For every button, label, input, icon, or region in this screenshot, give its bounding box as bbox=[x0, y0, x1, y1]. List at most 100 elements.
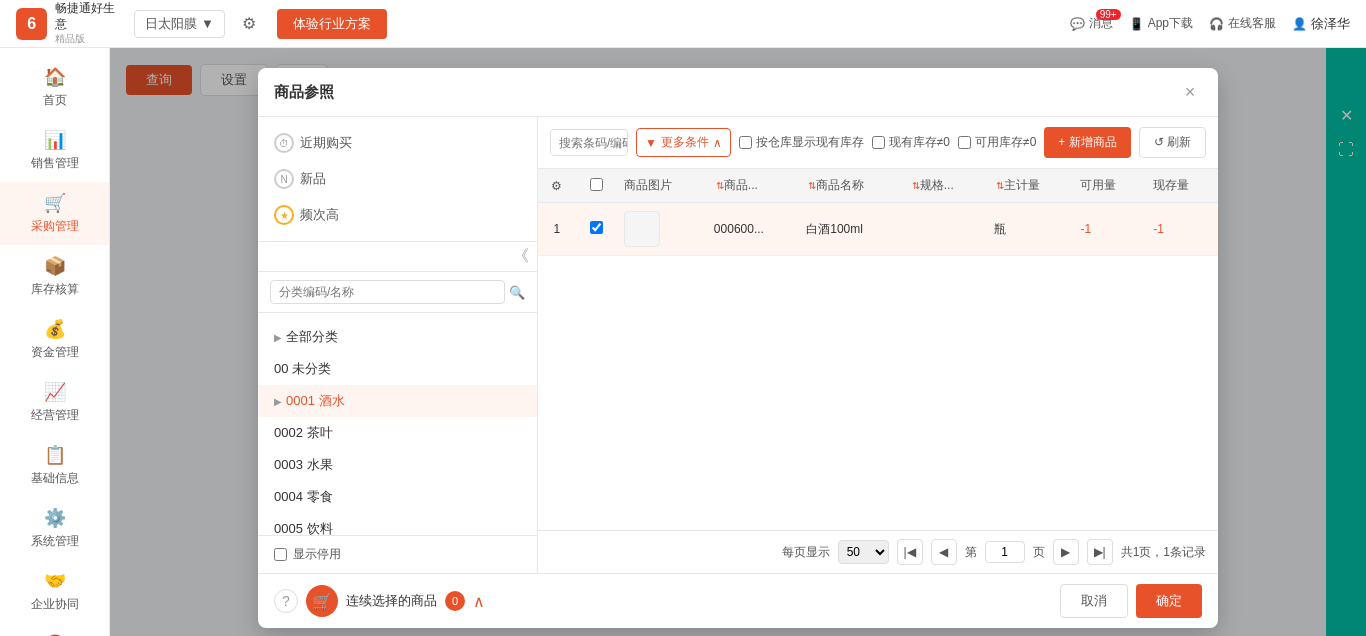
sidebar-item-purchase[interactable]: 🛒 采购管理 bbox=[0, 182, 109, 245]
sidebar-item-label: 企业协同 bbox=[31, 596, 79, 613]
col-unit[interactable]: ⇅主计量 bbox=[986, 169, 1073, 203]
toolbar-right: + 新增商品 ↺ 刷新 bbox=[1044, 127, 1206, 158]
product-search-input[interactable] bbox=[551, 131, 628, 155]
sidebar-item-sales[interactable]: 📊 销售管理 bbox=[0, 119, 109, 182]
mobile-icon: 📱 bbox=[1129, 17, 1144, 31]
cat-0004[interactable]: 0004 零食 bbox=[258, 481, 537, 513]
modal-header: 商品参照 × bbox=[258, 68, 1218, 117]
cat-00[interactable]: 00 未分类 bbox=[258, 353, 537, 385]
sidebar-item-operations[interactable]: 📈 经营管理 bbox=[0, 371, 109, 434]
stock-nonzero-checkbox[interactable] bbox=[872, 136, 885, 149]
show-disabled-checkbox[interactable] bbox=[274, 548, 287, 561]
sidebar-item-finance[interactable]: 💰 资金管理 bbox=[0, 308, 109, 371]
last-page-button[interactable]: ▶| bbox=[1087, 539, 1113, 565]
user-nav-item[interactable]: 👤 徐泽华 bbox=[1292, 15, 1350, 33]
product-search-bar: 🔍 bbox=[550, 129, 628, 156]
new-product-label: 新品 bbox=[300, 170, 326, 188]
sidebar-item-label: 经营管理 bbox=[31, 407, 79, 424]
col-stock: 现存量 bbox=[1145, 169, 1218, 203]
logo-text: 畅捷通好生意 bbox=[55, 1, 126, 32]
system-icon: ⚙️ bbox=[44, 507, 66, 529]
checkbox-stock-nonzero[interactable]: 现有库存≠0 bbox=[872, 134, 950, 151]
first-page-button[interactable]: |◀ bbox=[897, 539, 923, 565]
category-search-icon[interactable]: 🔍 bbox=[509, 285, 525, 300]
modal-body: ⏱ 近期购买 N 新品 ★ 频次高 《 bbox=[258, 117, 1218, 573]
sidebar-item-inventory[interactable]: 📦 库存核算 bbox=[0, 245, 109, 308]
page-size-select[interactable]: 50 100 200 bbox=[838, 540, 889, 564]
page-number-input[interactable] bbox=[985, 541, 1025, 563]
confirm-button[interactable]: 确定 bbox=[1136, 584, 1202, 618]
recent-purchase-item[interactable]: ⏱ 近期购买 bbox=[258, 125, 537, 161]
available-nonzero-label: 可用库存≠0 bbox=[975, 134, 1036, 151]
sidebar-item-collab[interactable]: 🤝 企业协同 bbox=[0, 560, 109, 623]
sidebar-item-label: 资金管理 bbox=[31, 344, 79, 361]
col-image: 商品图片 bbox=[616, 169, 706, 203]
row-stock: -1 bbox=[1145, 203, 1218, 256]
modal-toolbar: 🔍 ▼ 更多条件 ∧ 按仓库显示现有库存 bbox=[538, 117, 1218, 169]
col-spec[interactable]: ⇅规格... bbox=[902, 169, 986, 203]
sidebar-item-home[interactable]: 🏠 首页 bbox=[0, 56, 109, 119]
cat-0003[interactable]: 0003 水果 bbox=[258, 449, 537, 481]
new-product-item[interactable]: N 新品 bbox=[258, 161, 537, 197]
checkbox-available-nonzero[interactable]: 可用库存≠0 bbox=[958, 134, 1036, 151]
next-page-button[interactable]: ▶ bbox=[1053, 539, 1079, 565]
filter-button[interactable]: ▼ 更多条件 ∧ bbox=[636, 128, 731, 157]
cart-icon[interactable]: 🛒 bbox=[306, 585, 338, 617]
modal-overlay: 商品参照 × ⏱ 近期购买 N 新品 bbox=[110, 48, 1366, 636]
collapse-button[interactable]: 《 bbox=[258, 242, 537, 272]
row-image bbox=[616, 203, 706, 256]
category-search-input[interactable] bbox=[270, 280, 505, 304]
row-checkbox[interactable] bbox=[576, 203, 617, 256]
online-service-nav-item[interactable]: 🎧 在线客服 bbox=[1209, 15, 1276, 32]
cat-0002[interactable]: 0002 茶叶 bbox=[258, 417, 537, 449]
col-unit-sort-icon: ⇅ bbox=[996, 180, 1004, 191]
cat-arrow-icon: ▶ bbox=[274, 396, 282, 407]
checkbox-by-warehouse[interactable]: 按仓库显示现有库存 bbox=[739, 134, 864, 151]
cancel-button[interactable]: 取消 bbox=[1060, 584, 1128, 618]
sidebar-item-label: 销售管理 bbox=[31, 155, 79, 172]
sidebar: 🏠 首页 📊 销售管理 🛒 采购管理 📦 库存核算 💰 资金管理 📈 经营管理 … bbox=[0, 48, 110, 636]
col-name[interactable]: ⇅商品名称 bbox=[798, 169, 902, 203]
sidebar-item-label: 库存核算 bbox=[31, 281, 79, 298]
product-thumbnail bbox=[624, 211, 660, 247]
table-row[interactable]: 1 000600... 白酒100ml 瓶 bbox=[538, 203, 1218, 256]
nav-selector[interactable]: 日太阳膜 ▼ bbox=[134, 10, 225, 38]
collab-icon: 🤝 bbox=[44, 570, 66, 592]
refresh-table-button[interactable]: ↺ 刷新 bbox=[1139, 127, 1206, 158]
app-download-nav-item[interactable]: 📱 App下载 bbox=[1129, 15, 1193, 32]
frequent-item[interactable]: ★ 频次高 bbox=[258, 197, 537, 233]
top-nav: 6 畅捷通好生意 精品版 日太阳膜 ▼ ⚙ 体验行业方案 💬 消息 99+ 📱 … bbox=[0, 0, 1366, 48]
basic-info-icon: 📋 bbox=[44, 444, 66, 466]
modal-close-button[interactable]: × bbox=[1178, 80, 1202, 104]
trial-button[interactable]: 体验行业方案 bbox=[277, 9, 387, 39]
stock-nonzero-label: 现有库存≠0 bbox=[889, 134, 950, 151]
gear-icon[interactable]: ⚙ bbox=[233, 8, 265, 40]
cat-0005[interactable]: 0005 饮料 bbox=[258, 513, 537, 535]
sidebar-item-guide[interactable]: 🎯 新手引导 bbox=[0, 623, 109, 636]
col-available: 可用量 bbox=[1072, 169, 1145, 203]
col-checkbox-all[interactable] bbox=[576, 169, 617, 203]
cat-all[interactable]: ▶ 全部分类 bbox=[258, 321, 537, 353]
footer-collapse-icon[interactable]: ∧ bbox=[473, 592, 485, 611]
cat-label: 0005 饮料 bbox=[274, 520, 333, 535]
home-icon: 🏠 bbox=[44, 66, 66, 88]
prev-page-button[interactable]: ◀ bbox=[931, 539, 957, 565]
cat-arrow-icon: ▶ bbox=[274, 332, 282, 343]
sidebar-item-system[interactable]: ⚙️ 系统管理 bbox=[0, 497, 109, 560]
cat-0001[interactable]: ▶ 0001 酒水 bbox=[258, 385, 537, 417]
nav-right: 💬 消息 99+ 📱 App下载 🎧 在线客服 👤 徐泽华 bbox=[1070, 15, 1350, 33]
messages-nav-item[interactable]: 💬 消息 99+ bbox=[1070, 15, 1113, 32]
col-code[interactable]: ⇅商品... bbox=[706, 169, 798, 203]
col-settings[interactable]: ⚙ bbox=[538, 169, 576, 203]
product-reference-modal: 商品参照 × ⏱ 近期购买 N 新品 bbox=[258, 68, 1218, 628]
add-product-button[interactable]: + 新增商品 bbox=[1044, 127, 1130, 158]
help-icon[interactable]: ? bbox=[274, 589, 298, 613]
product-table: ⚙ 商品图片 ⇅商品... ⇅商品名称 bbox=[538, 169, 1218, 530]
cat-label: 0003 水果 bbox=[274, 456, 333, 474]
page-size-label: 每页显示 bbox=[782, 544, 830, 561]
sidebar-item-basic-info[interactable]: 📋 基础信息 bbox=[0, 434, 109, 497]
by-warehouse-checkbox[interactable] bbox=[739, 136, 752, 149]
available-nonzero-checkbox[interactable] bbox=[958, 136, 971, 149]
by-warehouse-label: 按仓库显示现有库存 bbox=[756, 134, 864, 151]
modal-right-panel: 🔍 ▼ 更多条件 ∧ 按仓库显示现有库存 bbox=[538, 117, 1218, 573]
